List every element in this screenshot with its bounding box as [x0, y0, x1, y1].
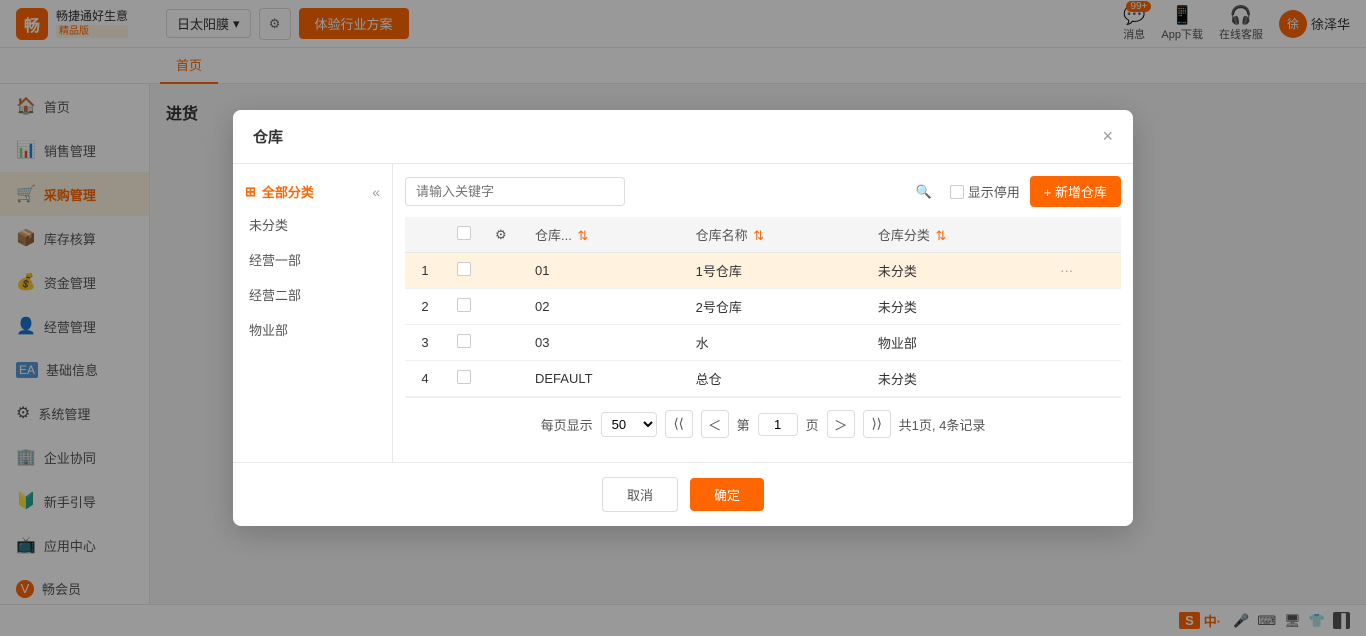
- page-prev-button[interactable]: ＜: [701, 410, 729, 438]
- dialog-footer: 取消 确定: [233, 462, 1133, 526]
- category-item-dept2[interactable]: 经营二部: [233, 277, 392, 312]
- dialog-body: ⊞ 全部分类 « 未分类 经营一部 经营二部 物业部 🔍: [233, 164, 1133, 462]
- dialog-close-button[interactable]: ×: [1102, 126, 1113, 147]
- cell-index: 1: [405, 253, 445, 289]
- cell-check: [445, 253, 483, 289]
- dialog-header: 仓库 ×: [233, 110, 1133, 164]
- cell-gear: [483, 289, 523, 325]
- search-icon[interactable]: 🔍: [916, 184, 932, 200]
- th-gear: ⚙: [483, 217, 523, 253]
- cell-code: 03: [523, 325, 684, 361]
- cell-code: 01: [523, 253, 684, 289]
- th-index: [405, 217, 445, 253]
- grid-icon: ⊞: [245, 184, 256, 200]
- cell-name: 2号仓库: [684, 289, 866, 325]
- sort-name-icon: ⇅: [753, 228, 764, 243]
- cancel-button[interactable]: 取消: [602, 477, 678, 512]
- cell-more: [1048, 361, 1121, 397]
- cell-name: 水: [684, 325, 866, 361]
- pagination: 每页显示 50 10 20 100 ⟨⟨ ＜ 第 页 ＞ ⟩⟩ 共1页, 4条记…: [405, 397, 1121, 450]
- total-info: 共1页, 4条记录: [899, 415, 986, 434]
- table-container: ⚙ 仓库... ⇅ 仓库名称 ⇅: [405, 217, 1121, 397]
- confirm-button[interactable]: 确定: [690, 478, 764, 511]
- category-item-unclassified[interactable]: 未分类: [233, 207, 392, 242]
- category-item-property[interactable]: 物业部: [233, 312, 392, 347]
- collapse-icon[interactable]: «: [372, 184, 380, 200]
- cell-check: [445, 289, 483, 325]
- page-word: 第: [737, 415, 750, 434]
- table-row[interactable]: 1 01 1号仓库 未分类 ···: [405, 253, 1121, 289]
- category-header: ⊞ 全部分类 «: [233, 176, 392, 207]
- row-checkbox[interactable]: [457, 298, 471, 312]
- page-last-button[interactable]: ⟩⟩: [863, 410, 891, 438]
- page-number-input[interactable]: [758, 413, 798, 436]
- category-item-dept1[interactable]: 经营一部: [233, 242, 392, 277]
- page-first-button[interactable]: ⟨⟨: [665, 410, 693, 438]
- per-page-select[interactable]: 50 10 20 100: [601, 412, 657, 437]
- cell-more: [1048, 289, 1121, 325]
- table-row[interactable]: 3 03 水 物业部: [405, 325, 1121, 361]
- select-all-checkbox[interactable]: [457, 226, 471, 240]
- category-all[interactable]: ⊞ 全部分类: [245, 182, 314, 201]
- cell-code: 02: [523, 289, 684, 325]
- cell-check: [445, 325, 483, 361]
- cell-code: DEFAULT: [523, 361, 684, 397]
- warehouse-dialog: 仓库 × ⊞ 全部分类 « 未分类 经营一部 经营二部 物业部: [233, 110, 1133, 526]
- cell-name: 总仓: [684, 361, 866, 397]
- more-icon[interactable]: ···: [1060, 263, 1073, 278]
- search-input[interactable]: [405, 177, 625, 206]
- col-category-label: 仓库分类: [878, 228, 930, 243]
- table-body: 1 01 1号仓库 未分类 ··· 2 02 2号仓库 未分类 3 03 水 物…: [405, 253, 1121, 397]
- table-row[interactable]: 2 02 2号仓库 未分类: [405, 289, 1121, 325]
- sort-code-icon: ⇅: [577, 228, 588, 243]
- warehouse-table: ⚙ 仓库... ⇅ 仓库名称 ⇅: [405, 217, 1121, 397]
- cell-index: 3: [405, 325, 445, 361]
- row-checkbox[interactable]: [457, 262, 471, 276]
- gear-col-icon: ⚙: [495, 227, 507, 242]
- row-checkbox[interactable]: [457, 370, 471, 384]
- table-header-row: ⚙ 仓库... ⇅ 仓库名称 ⇅: [405, 217, 1121, 253]
- category-panel: ⊞ 全部分类 « 未分类 经营一部 经营二部 物业部: [233, 164, 393, 462]
- table-toolbar: 🔍 显示停用 + 新增仓库: [405, 176, 1121, 207]
- cell-index: 2: [405, 289, 445, 325]
- cell-category: 物业部: [866, 325, 1048, 361]
- cell-gear: [483, 325, 523, 361]
- cell-more: ···: [1048, 253, 1121, 289]
- cell-more: [1048, 325, 1121, 361]
- cell-check: [445, 361, 483, 397]
- table-head: ⚙ 仓库... ⇅ 仓库名称 ⇅: [405, 217, 1121, 253]
- show-disabled-checkbox[interactable]: [950, 185, 964, 199]
- page-suffix: 页: [806, 415, 819, 434]
- table-panel: 🔍 显示停用 + 新增仓库: [393, 164, 1133, 462]
- dialog-title: 仓库: [253, 126, 283, 147]
- cell-name: 1号仓库: [684, 253, 866, 289]
- add-warehouse-button[interactable]: + 新增仓库: [1030, 176, 1121, 207]
- cell-gear: [483, 253, 523, 289]
- th-category: 仓库分类 ⇅: [866, 217, 1048, 253]
- show-disabled-label: 显示停用: [968, 182, 1020, 201]
- table-row[interactable]: 4 DEFAULT 总仓 未分类: [405, 361, 1121, 397]
- page-next-button[interactable]: ＞: [827, 410, 855, 438]
- search-wrap: 🔍: [405, 177, 940, 206]
- th-code: 仓库... ⇅: [523, 217, 684, 253]
- row-checkbox[interactable]: [457, 334, 471, 348]
- th-actions: [1048, 217, 1121, 253]
- category-all-label: 全部分类: [262, 182, 314, 201]
- cell-gear: [483, 361, 523, 397]
- modal-overlay: 仓库 × ⊞ 全部分类 « 未分类 经营一部 经营二部 物业部: [0, 0, 1366, 636]
- cell-category: 未分类: [866, 361, 1048, 397]
- cell-index: 4: [405, 361, 445, 397]
- col-name-label: 仓库名称: [696, 228, 748, 243]
- cell-category: 未分类: [866, 253, 1048, 289]
- col-code-label: 仓库...: [535, 228, 572, 243]
- th-name: 仓库名称 ⇅: [684, 217, 866, 253]
- per-page-label: 每页显示: [541, 415, 593, 434]
- cell-category: 未分类: [866, 289, 1048, 325]
- th-check: [445, 217, 483, 253]
- show-disabled-toggle[interactable]: 显示停用: [950, 182, 1020, 201]
- sort-category-icon: ⇅: [936, 228, 947, 243]
